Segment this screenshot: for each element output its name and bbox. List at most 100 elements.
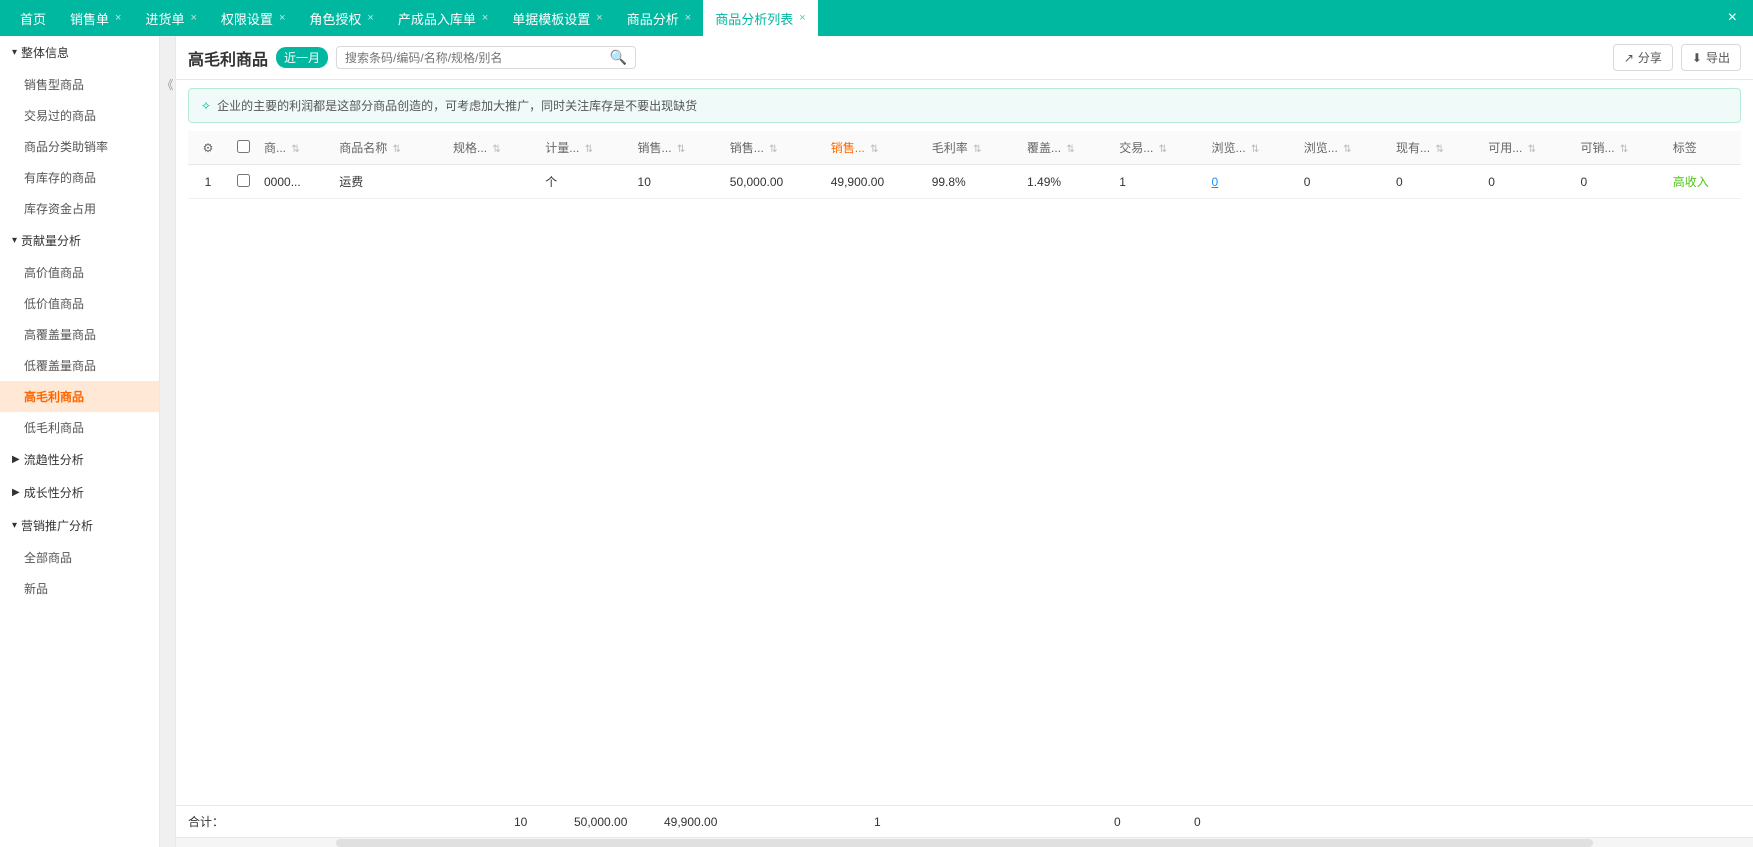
sidebar-section-growth[interactable]: ▶ 成长性分析	[0, 476, 159, 509]
sidebar-item-stock-capital[interactable]: 库存资金占用	[0, 193, 159, 224]
th-view1[interactable]: 浏览... ⇅	[1206, 131, 1298, 165]
sidebar-item-category-rate[interactable]: 商品分类助销率	[0, 131, 159, 162]
th-sales-profit[interactable]: 销售... ⇅	[825, 131, 926, 165]
close-purchase-tab[interactable]: ×	[190, 12, 196, 24]
horizontal-scrollbar[interactable]	[176, 837, 1753, 847]
sidebar-section-trend[interactable]: ▶ 流趋性分析	[0, 443, 159, 476]
sidebar-section-overall-items: 销售型商品 交易过的商品 商品分类助销率 有库存的商品 库存资金占用	[0, 69, 159, 224]
cell-rownum: 1	[188, 165, 228, 199]
page-title: 高毛利商品	[188, 46, 268, 70]
section-growth-arrow: ▶	[12, 487, 20, 498]
sidebar-section-overall[interactable]: ▾ 整体信息	[0, 36, 159, 69]
sort-name-icon: ⇅	[393, 144, 401, 155]
data-table: ⚙ 商... ⇅ 商品名称 ⇅	[188, 131, 1741, 199]
sidebar-section-marketing-items: 全部商品 新品	[0, 542, 159, 604]
th-gross-margin[interactable]: 毛利率 ⇅	[926, 131, 1021, 165]
sort-avail-icon: ⇅	[1528, 144, 1536, 155]
cell-view1[interactable]: 0	[1206, 165, 1298, 199]
cell-spec	[447, 165, 539, 199]
sort-saleable-icon: ⇅	[1620, 144, 1628, 155]
sidebar-section-marketing[interactable]: ▾ 营销推广分析	[0, 509, 159, 542]
sort-margin-icon: ⇅	[973, 144, 981, 155]
sidebar-item-new-goods[interactable]: 新品	[0, 573, 159, 604]
sort-profit-icon: ⇅	[870, 144, 878, 155]
th-spec[interactable]: 规格... ⇅	[447, 131, 539, 165]
cell-current-stock: 0	[1390, 165, 1482, 199]
export-button[interactable]: ⬇ 导出	[1681, 44, 1741, 71]
search-input[interactable]	[345, 51, 610, 65]
cell-unit: 个	[539, 165, 631, 199]
th-settings[interactable]: ⚙	[188, 131, 228, 165]
close-analysis-list-tab[interactable]: ×	[799, 12, 805, 24]
sidebar-section-contribution[interactable]: ▾ 贡献量分析	[0, 224, 159, 257]
search-icon[interactable]: 🔍	[610, 49, 627, 66]
close-all-tabs[interactable]: ×	[1720, 9, 1745, 27]
total-trade: 1	[868, 815, 948, 829]
th-sales-qty[interactable]: 销售... ⇅	[632, 131, 724, 165]
sidebar-item-high-margin[interactable]: 高毛利商品	[0, 381, 159, 412]
th-current-stock[interactable]: 现有... ⇅	[1390, 131, 1482, 165]
section-trend-arrow: ▶	[12, 454, 20, 465]
close-product-tab[interactable]: ×	[482, 12, 488, 24]
total-available: 0	[1188, 815, 1268, 829]
th-available[interactable]: 可用... ⇅	[1482, 131, 1574, 165]
sidebar-item-low-value[interactable]: 低价值商品	[0, 288, 159, 319]
th-view2[interactable]: 浏览... ⇅	[1298, 131, 1390, 165]
th-unit[interactable]: 计量... ⇅	[539, 131, 631, 165]
share-button[interactable]: ↗ 分享	[1613, 44, 1673, 71]
nav-tab-analysis[interactable]: 商品分析 ×	[615, 0, 703, 36]
nav-tab-product[interactable]: 产成品入库单 ×	[386, 0, 500, 36]
info-banner: ✧ 企业的主要的利润都是这部分商品创造的，可考虑加大推广，同时关注库存是不要出现…	[188, 88, 1741, 123]
nav-tab-role[interactable]: 角色授权 ×	[297, 0, 385, 36]
sidebar-item-traded-goods[interactable]: 交易过的商品	[0, 100, 159, 131]
action-buttons: ↗ 分享 ⬇ 导出	[1613, 44, 1741, 71]
th-coverage[interactable]: 覆盖... ⇅	[1021, 131, 1113, 165]
sort-view1-icon: ⇅	[1251, 144, 1259, 155]
search-box: 🔍	[336, 46, 636, 69]
section-overall-arrow: ▾	[12, 47, 17, 58]
th-trade[interactable]: 交易... ⇅	[1113, 131, 1205, 165]
close-template-tab[interactable]: ×	[596, 12, 602, 24]
sidebar-item-low-margin[interactable]: 低毛利商品	[0, 412, 159, 443]
sidebar-item-high-coverage[interactable]: 高覆盖量商品	[0, 319, 159, 350]
scroll-track[interactable]	[336, 839, 1593, 847]
nav-tab-analysis-list[interactable]: 商品分析列表 ×	[703, 0, 817, 36]
th-tag[interactable]: 标签	[1667, 131, 1741, 165]
close-sales-tab[interactable]: ×	[115, 12, 121, 24]
nav-tab-template[interactable]: 单据模板设置 ×	[500, 0, 614, 36]
sidebar-item-all-goods[interactable]: 全部商品	[0, 542, 159, 573]
nav-tab-home[interactable]: 首页	[8, 0, 58, 36]
sidebar-item-in-stock[interactable]: 有库存的商品	[0, 162, 159, 193]
nav-tab-purchase[interactable]: 进货单 ×	[133, 0, 208, 36]
close-role-tab[interactable]: ×	[367, 12, 373, 24]
total-cells: 10 50,000.00 49,900.00 1 0 0	[248, 815, 1741, 829]
th-sales-amount[interactable]: 销售... ⇅	[724, 131, 825, 165]
sort-spec-icon: ⇅	[492, 144, 500, 155]
th-checkbox	[228, 131, 258, 165]
cell-name: 运费	[333, 165, 447, 199]
th-saleable[interactable]: 可销... ⇅	[1575, 131, 1667, 165]
nav-tab-permission[interactable]: 权限设置 ×	[209, 0, 297, 36]
th-code[interactable]: 商... ⇅	[258, 131, 333, 165]
sidebar-section-contribution-items: 高价值商品 低价值商品 高覆盖量商品 低覆盖量商品 高毛利商品	[0, 257, 159, 443]
nav-tab-sales[interactable]: 销售单 ×	[58, 0, 133, 36]
sidebar-item-low-coverage[interactable]: 低覆盖量商品	[0, 350, 159, 381]
period-button[interactable]: 近一月	[276, 47, 328, 68]
row-checkbox[interactable]	[237, 174, 250, 187]
cell-coverage: 1.49%	[1021, 165, 1113, 199]
sort-view2-icon: ⇅	[1343, 144, 1351, 155]
cell-check[interactable]	[228, 165, 258, 199]
sidebar-collapse-button[interactable]: 《	[160, 36, 176, 847]
top-nav: 首页 销售单 × 进货单 × 权限设置 × 角色授权 × 产成品入库单 × 单据…	[0, 0, 1753, 36]
close-permission-tab[interactable]: ×	[279, 12, 285, 24]
sidebar-item-high-value[interactable]: 高价值商品	[0, 257, 159, 288]
sidebar: ▾ 整体信息 销售型商品 交易过的商品 商品分类助销率 有库存的商品	[0, 36, 160, 847]
select-all-checkbox[interactable]	[237, 140, 250, 153]
cell-available: 0	[1482, 165, 1574, 199]
th-name[interactable]: 商品名称 ⇅	[333, 131, 447, 165]
sidebar-item-sales-goods[interactable]: 销售型商品	[0, 69, 159, 100]
info-icon: ✧	[201, 99, 211, 113]
total-spacer6	[1028, 815, 1108, 829]
close-analysis-tab[interactable]: ×	[685, 12, 691, 24]
section-contribution-arrow: ▾	[12, 235, 17, 246]
